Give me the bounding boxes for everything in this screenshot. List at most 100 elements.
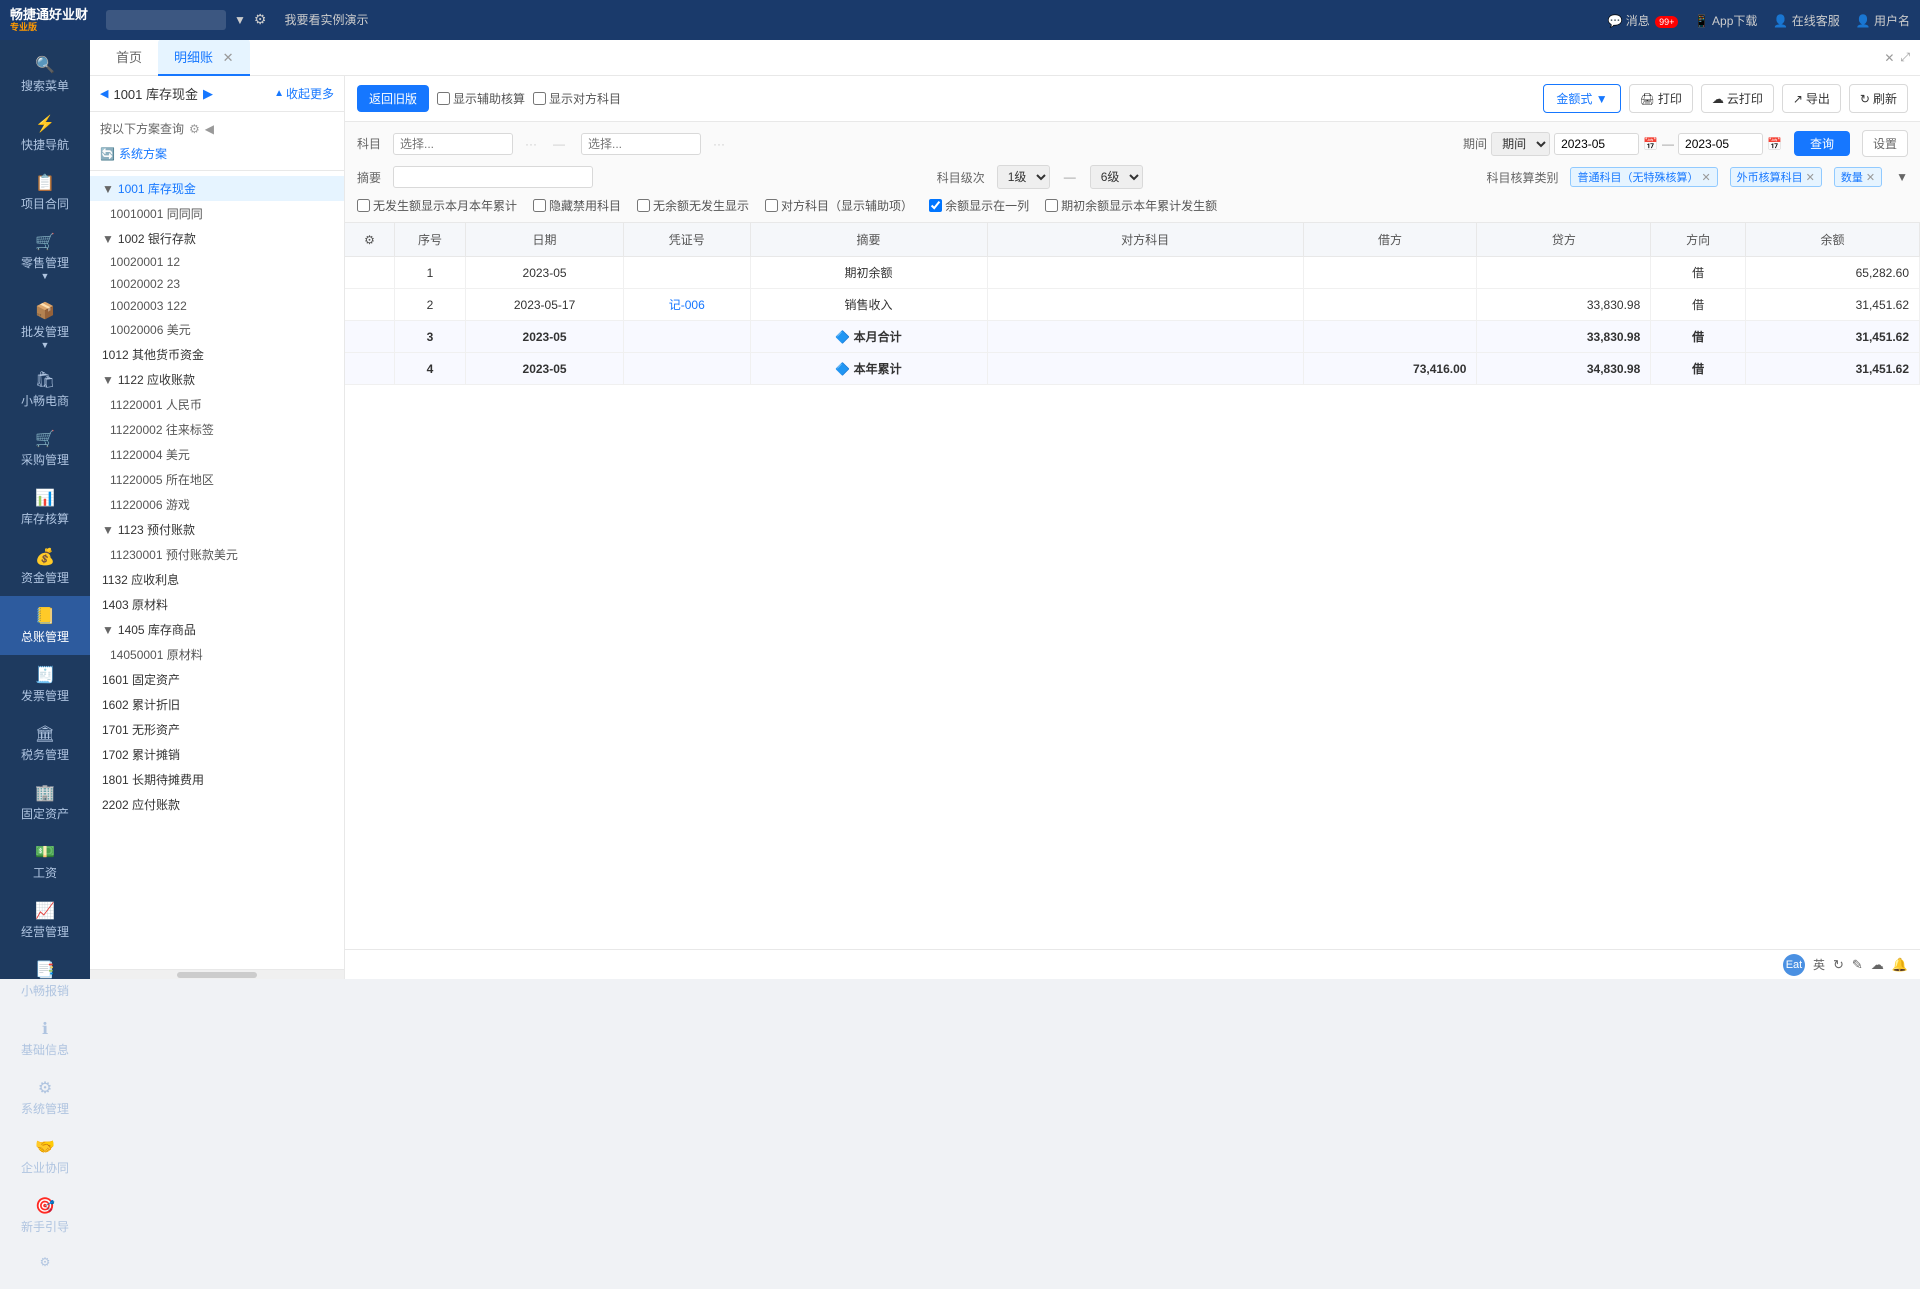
tree-scrollbar[interactable]	[90, 969, 344, 979]
tree-child-10020006[interactable]: 10020006 美元	[90, 317, 344, 342]
sidebar-item-inventory[interactable]: 📊 库存核算	[0, 478, 90, 537]
tag-normal-close[interactable]: ✕	[1701, 171, 1710, 184]
cb-hide-disabled[interactable]	[533, 199, 546, 212]
tree-child-10020002[interactable]: 10020002 23	[90, 273, 344, 295]
tree-item-1002[interactable]: ▼ 1002 银行存款	[90, 226, 344, 251]
period-start-input[interactable]	[1554, 133, 1639, 155]
selected-account-forward-arrow[interactable]: ▶	[203, 86, 213, 102]
cb-no-debit[interactable]	[357, 199, 370, 212]
system-scheme-btn[interactable]: 🔄 系统方案	[100, 145, 334, 162]
tree-child-10010001[interactable]: 10010001 同同同	[90, 201, 344, 226]
eat-btn[interactable]: Eat	[1783, 954, 1805, 976]
subject-input[interactable]	[393, 133, 513, 155]
tree-item-1801[interactable]: 1801 长期待摊费用	[90, 767, 344, 792]
period-type-select[interactable]: 期间	[1491, 132, 1550, 156]
cb-no-debit-label[interactable]: 无发生额显示本月本年累计	[357, 197, 517, 214]
level-end-select[interactable]: 6级	[1090, 165, 1143, 189]
tree-item-1123[interactable]: ▼ 1123 预付账款	[90, 517, 344, 542]
cb-counterpart-aux-label[interactable]: 对方科目（显示辅助项）	[765, 197, 913, 214]
cb-counterpart[interactable]	[533, 92, 546, 105]
tree-item-1702[interactable]: 1702 累计摊销	[90, 742, 344, 767]
sidebar-item-ecommerce[interactable]: 🛍 小畅电商	[0, 360, 90, 419]
cb-no-balance-label[interactable]: 无余额无发生显示	[637, 197, 749, 214]
tab-home[interactable]: 首页	[100, 40, 158, 76]
sidebar-item-search[interactable]: 🔍 搜索菜单	[0, 45, 90, 104]
tree-item-1601[interactable]: 1601 固定资产	[90, 667, 344, 692]
bottom-icon-refresh[interactable]: ↻	[1833, 957, 1844, 973]
tree-item-1701[interactable]: 1701 无形资产	[90, 717, 344, 742]
cb-auxiliary[interactable]	[437, 92, 450, 105]
sidebar-item-settings-gear[interactable]: ⚙	[0, 1245, 90, 1279]
export-btn[interactable]: ↗ 导出	[1782, 84, 1841, 113]
collapse-arrow-icon[interactable]: ◀	[205, 122, 214, 136]
tree-item-1122[interactable]: ▼ 1122 应收账款	[90, 367, 344, 392]
tree-child-11220006[interactable]: 11220006 游戏	[90, 492, 344, 517]
level-start-select[interactable]: 1级	[997, 165, 1050, 189]
sidebar-item-system[interactable]: ⚙ 系统管理	[0, 1068, 90, 1127]
tree-child-14050001[interactable]: 14050001 原材料	[90, 642, 344, 667]
online-service-btn[interactable]: 👤 在线客服	[1773, 12, 1839, 29]
return-old-btn[interactable]: 返回旧版	[357, 85, 429, 112]
sidebar-item-basic-info[interactable]: ℹ 基础信息	[0, 1009, 90, 1068]
tab-detail-close[interactable]: ✕	[223, 50, 234, 65]
sidebar-item-ledger[interactable]: 📒 总账管理	[0, 596, 90, 655]
summary-input[interactable]	[393, 166, 593, 188]
sidebar-item-salary[interactable]: 💵 工资	[0, 832, 90, 891]
cb-counterpart-aux[interactable]	[765, 199, 778, 212]
currency-btn[interactable]: 金额式 ▼	[1543, 84, 1620, 113]
tree-child-10020001[interactable]: 10020001 12	[90, 251, 344, 273]
bottom-icon-cloud[interactable]: ☁	[1871, 957, 1884, 973]
th-settings[interactable]: ⚙	[345, 223, 394, 257]
tag-quantity-close[interactable]: ✕	[1866, 171, 1875, 184]
tab-detail[interactable]: 明细账 ✕	[158, 40, 250, 76]
tree-item-1132[interactable]: 1132 应收利息	[90, 567, 344, 592]
tree-item-1405[interactable]: ▼ 1405 库存商品	[90, 617, 344, 642]
period-end-input[interactable]	[1678, 133, 1763, 155]
sidebar-item-assets[interactable]: 🏢 固定资产	[0, 773, 90, 832]
settings-circle-icon[interactable]: ⚙	[189, 122, 200, 136]
tree-child-11220001[interactable]: 11220001 人民币	[90, 392, 344, 417]
sidebar-item-cooperation[interactable]: 🤝 企业协同	[0, 1127, 90, 1186]
cb-opening-bal[interactable]	[1045, 199, 1058, 212]
sidebar-item-tax[interactable]: 🏛 税务管理	[0, 714, 90, 773]
app-download-btn[interactable]: 📱 App下载	[1694, 12, 1757, 29]
cb-opening-bal-label[interactable]: 期初余额显示本年累计发生额	[1045, 197, 1217, 214]
topbar-gear-icon[interactable]: ⚙	[254, 11, 267, 28]
tree-item-1403[interactable]: 1403 原材料	[90, 592, 344, 617]
subject-input-end[interactable]	[581, 133, 701, 155]
sidebar-item-contract[interactable]: 📋 项目合同	[0, 163, 90, 222]
message-icon[interactable]: 💬 消息 99+	[1608, 12, 1679, 29]
tree-child-11220002[interactable]: 11220002 往来标签	[90, 417, 344, 442]
tab-bar-expand-btn[interactable]: ⤢	[1900, 50, 1910, 65]
tab-bar-close-btn[interactable]: ✕	[1884, 51, 1894, 65]
sidebar-item-guide[interactable]: 🎯 新手引导	[0, 1186, 90, 1245]
setting-btn[interactable]: 设置	[1862, 130, 1908, 157]
cb-balance-col[interactable]	[929, 199, 942, 212]
tree-item-1001[interactable]: ▼ 1001 库存现金	[90, 176, 344, 201]
tree-child-10020003[interactable]: 10020003 122	[90, 295, 344, 317]
lang-toggle[interactable]: 英	[1813, 956, 1825, 973]
refresh-btn[interactable]: ↻ 刷新	[1849, 84, 1908, 113]
cb-balance-col-label[interactable]: 余额显示在一列	[929, 197, 1029, 214]
sidebar-item-wholesale[interactable]: 📦 批发管理 ▼	[0, 291, 90, 360]
topbar-search-input[interactable]	[106, 10, 226, 30]
tree-item-1012[interactable]: 1012 其他货币资金	[90, 342, 344, 367]
print-btn[interactable]: 🖨 打印	[1629, 84, 1693, 113]
sidebar-item-reimbursement[interactable]: 📑 小畅报销	[0, 950, 90, 1009]
user-avatar[interactable]: 👤 用户名	[1856, 12, 1910, 29]
sidebar-item-invoice[interactable]: 🧾 发票管理	[0, 655, 90, 714]
topbar-dropdown-arrow[interactable]: ▼	[234, 13, 246, 27]
more-btn[interactable]: ▲ 收起更多	[274, 85, 334, 102]
tree-item-1602[interactable]: 1602 累计折旧	[90, 692, 344, 717]
sidebar-item-purchase[interactable]: 🛒 采购管理	[0, 419, 90, 478]
cloud-print-btn[interactable]: ☁ 云打印	[1701, 84, 1774, 113]
account-back-arrow[interactable]: ◀	[100, 87, 108, 100]
sidebar-item-operations[interactable]: 📈 经营管理	[0, 891, 90, 950]
query-btn[interactable]: 查询	[1794, 131, 1850, 156]
cb-counterpart-label[interactable]: 显示对方科目	[533, 90, 621, 107]
td-voucher[interactable]: 记-006	[624, 289, 750, 321]
tree-child-11220005[interactable]: 11220005 所在地区	[90, 467, 344, 492]
sidebar-item-quicknav[interactable]: ⚡ 快捷导航	[0, 104, 90, 163]
sidebar-item-retail[interactable]: 🛒 零售管理 ▼	[0, 222, 90, 291]
cb-auxiliary-label[interactable]: 显示辅助核算	[437, 90, 525, 107]
